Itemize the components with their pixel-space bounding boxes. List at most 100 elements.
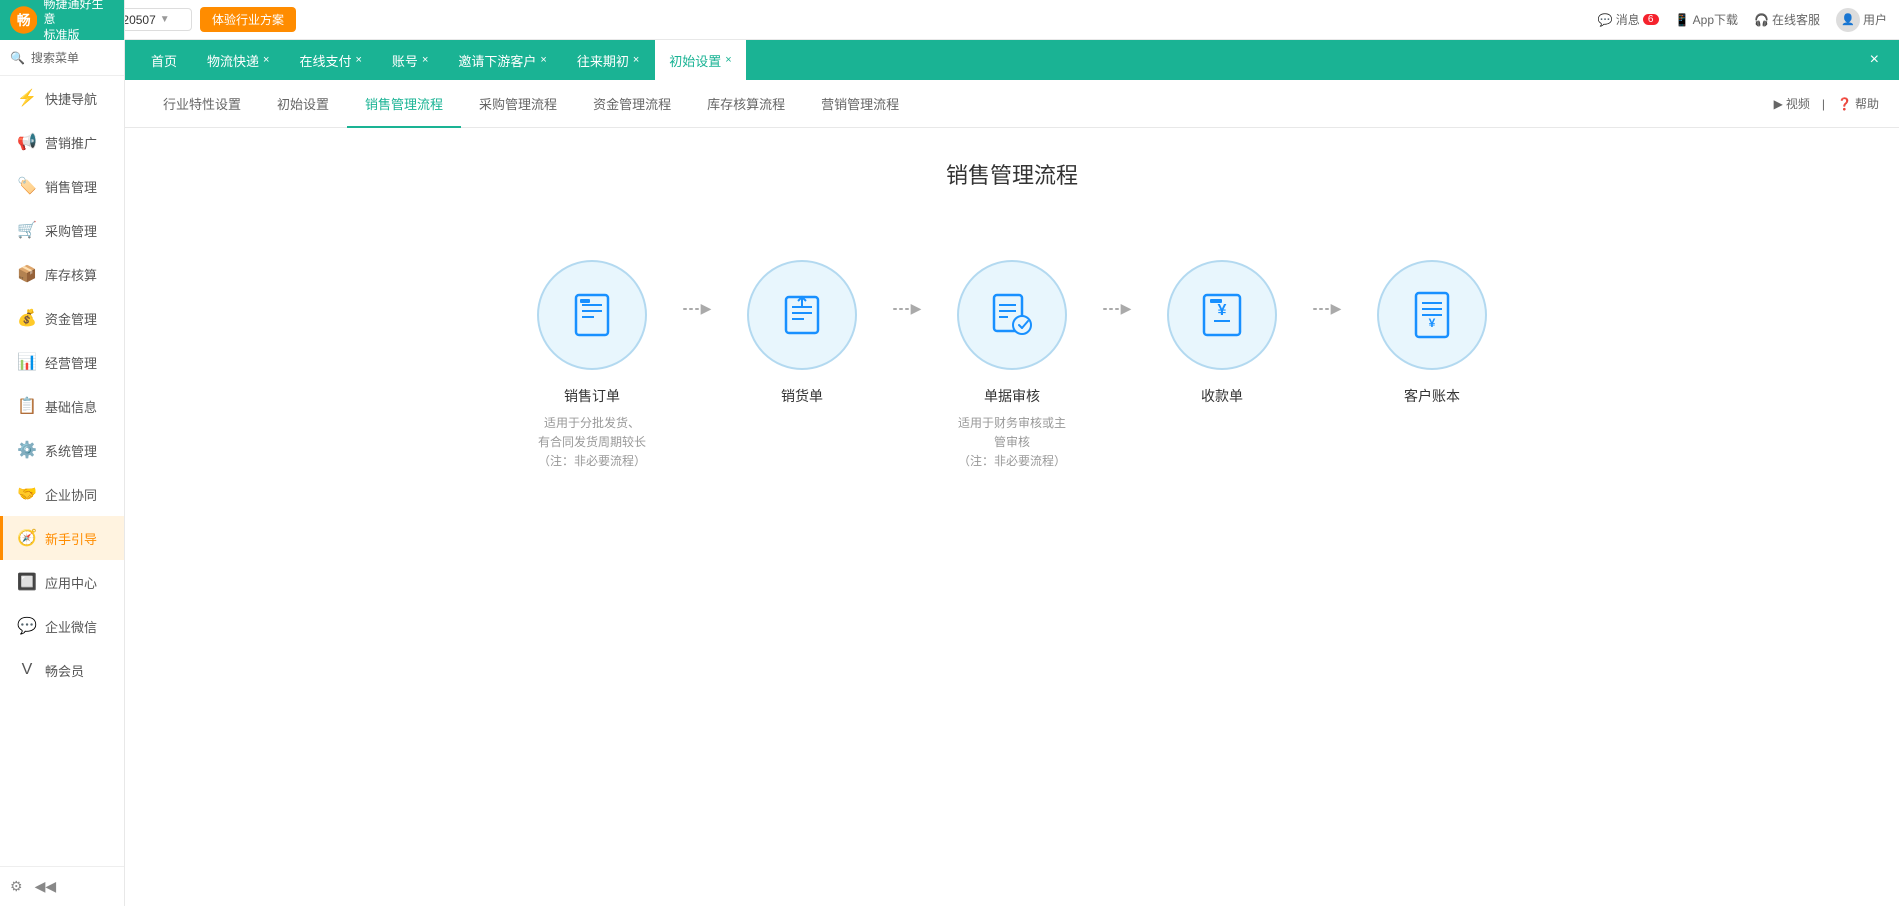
nav-tab-close[interactable]: × <box>355 54 361 66</box>
arrow-dots: ▶ <box>893 300 922 317</box>
app-download-label: App下载 <box>1693 11 1738 28</box>
sub-tab-采购管理流程[interactable]: 采购管理流程 <box>461 80 575 128</box>
flow-item-receipt[interactable]: ¥ 收款单 <box>1142 260 1302 414</box>
arrow-tip: ▶ <box>1121 300 1132 317</box>
sub-tab-营销管理流程[interactable]: 营销管理流程 <box>803 80 917 128</box>
sidebar-item-wechat[interactable]: 💬 企业微信 <box>0 604 124 648</box>
flow-circle-receipt: ¥ <box>1167 260 1277 370</box>
flow-desc-sales-order: 适用于分批发货、有合同发货周期较长（注：非必要流程） <box>538 414 646 472</box>
sub-tab-资金管理流程[interactable]: 资金管理流程 <box>575 80 689 128</box>
nav-tab-物流快递[interactable]: 物流快递× <box>193 40 283 80</box>
sidebar-label-inventory: 库存核算 <box>45 265 97 284</box>
nav-tab-close[interactable]: × <box>633 54 639 66</box>
sidebar-item-marketing[interactable]: 📢 营销推广 <box>0 120 124 164</box>
nav-tab-close[interactable]: × <box>540 54 546 66</box>
sidebar-item-finance[interactable]: 💰 资金管理 <box>0 296 124 340</box>
top-header: 用户690企业1660120507 ▼ 体验行业方案 💬 消息 6 📱 App下… <box>0 0 1899 40</box>
nav-tab-close[interactable]: × <box>422 54 428 66</box>
nav-tab-往来期初[interactable]: 往来期初× <box>563 40 653 80</box>
chevron-down-icon: ▼ <box>160 14 170 25</box>
message-item[interactable]: 💬 消息 6 <box>1598 11 1659 28</box>
service-icon: 🎧 <box>1754 13 1769 27</box>
user-profile[interactable]: 👤 用户 <box>1836 8 1887 32</box>
sidebar-item-app-center[interactable]: 🔲 应用中心 <box>0 560 124 604</box>
sidebar-icon-guide: 🧭 <box>17 528 37 548</box>
sidebar-items: ⚡ 快捷导航📢 营销推广🏷️ 销售管理🛒 采购管理📦 库存核算💰 资金管理📊 经… <box>0 76 124 866</box>
sidebar-icon-operations: 📊 <box>17 352 37 372</box>
flow-item-delivery[interactable]: 销货单 <box>722 260 882 414</box>
logo-text: 畅捷通好生意 标准版 <box>43 0 114 43</box>
sidebar-icon-sales: 🏷️ <box>17 176 37 196</box>
sidebar-item-system[interactable]: ⚙️ 系统管理 <box>0 428 124 472</box>
main-content: 行业特性设置初始设置销售管理流程采购管理流程资金管理流程库存核算流程营销管理流程… <box>125 80 1899 906</box>
sidebar-icon-quick-nav: ⚡ <box>17 88 37 108</box>
flow-item-audit[interactable]: 单据审核 适用于财务审核或主管审核（注：非必要流程） <box>932 260 1092 472</box>
sidebar-item-purchase[interactable]: 🛒 采购管理 <box>0 208 124 252</box>
svg-text:¥: ¥ <box>1429 316 1436 330</box>
sidebar-label-operations: 经营管理 <box>45 353 97 372</box>
sub-tab-行业特性设置[interactable]: 行业特性设置 <box>145 80 259 128</box>
page-content: 销售管理流程 销售订单 适用于分批发货、有合同发货周期较长（注：非必要流程） ▶ <box>125 128 1899 522</box>
nav-tab-label: 初始设置 <box>669 51 721 70</box>
nav-tab-close[interactable]: × <box>725 54 731 66</box>
sidebar-item-inventory[interactable]: 📦 库存核算 <box>0 252 124 296</box>
nav-tab-初始设置[interactable]: 初始设置 × <box>655 40 745 80</box>
arrow-dots: ▶ <box>1103 300 1132 317</box>
sidebar-item-guide[interactable]: 🧭 新手引导 <box>0 516 124 560</box>
arrow-tip: ▶ <box>1331 300 1342 317</box>
flow-arrow-1: ▶ <box>882 260 932 317</box>
sidebar-label-marketing: 营销推广 <box>45 133 97 152</box>
help-icon: ❓ <box>1837 97 1852 111</box>
sub-tab-库存核算流程[interactable]: 库存核算流程 <box>689 80 803 128</box>
settings-icon[interactable]: ⚙ <box>10 878 23 895</box>
sidebar-search[interactable]: 🔍 搜索菜单 <box>0 40 124 76</box>
sidebar-icon-system: ⚙️ <box>17 440 37 460</box>
nav-tab-首页[interactable]: 首页 <box>137 40 191 80</box>
nav-tab-账号[interactable]: 账号× <box>378 40 442 80</box>
search-icon: 🔍 <box>10 51 25 65</box>
search-label: 搜索菜单 <box>31 49 79 66</box>
video-label: 视频 <box>1786 95 1810 112</box>
flow-item-sales-order[interactable]: 销售订单 适用于分批发货、有合同发货周期较长（注：非必要流程） <box>512 260 672 472</box>
play-icon: ▶ <box>1774 97 1783 111</box>
sidebar-icon-wechat: 💬 <box>17 616 37 636</box>
sub-tabs: 行业特性设置初始设置销售管理流程采购管理流程资金管理流程库存核算流程营销管理流程… <box>125 80 1899 128</box>
sidebar-bottom: ⚙ ◀◀ <box>0 866 124 906</box>
sidebar-icon-basic-info: 📋 <box>17 396 37 416</box>
nav-tab-label: 邀请下游客户 <box>458 51 536 70</box>
flow-item-account[interactable]: ¥ 客户账本 <box>1352 260 1512 414</box>
flow-circle-sales-order <box>537 260 647 370</box>
nav-tabs: 首页物流快递×在线支付×账号×邀请下游客户×往来期初×初始设置×× <box>125 40 1899 80</box>
sidebar-item-sales[interactable]: 🏷️ 销售管理 <box>0 164 124 208</box>
flow-circle-delivery <box>747 260 857 370</box>
flow-desc-audit: 适用于财务审核或主管审核（注：非必要流程） <box>958 414 1066 472</box>
sidebar-item-enterprise[interactable]: 🤝 企业协同 <box>0 472 124 516</box>
sidebar-logo[interactable]: 畅 畅捷通好生意 标准版 <box>0 0 124 40</box>
video-help[interactable]: ▶ 视频 <box>1774 95 1810 112</box>
sidebar-icon-vip: V <box>17 661 37 679</box>
sidebar-icon-inventory: 📦 <box>17 264 37 284</box>
online-service-item[interactable]: 🎧 在线客服 <box>1754 11 1820 28</box>
collapse-icon[interactable]: ◀◀ <box>35 878 57 895</box>
sidebar-icon-enterprise: 🤝 <box>17 484 37 504</box>
global-close-button[interactable]: × <box>1862 51 1887 69</box>
sidebar-label-wechat: 企业微信 <box>45 617 97 636</box>
nav-tab-在线支付[interactable]: 在线支付 × <box>285 40 375 80</box>
sub-tab-销售管理流程[interactable]: 销售管理流程 <box>347 80 461 128</box>
sidebar-item-operations[interactable]: 📊 经营管理 <box>0 340 124 384</box>
trial-button[interactable]: 体验行业方案 <box>200 7 296 32</box>
nav-tab-邀请下游客户[interactable]: 邀请下游客户 × <box>444 40 560 80</box>
sub-tab-初始设置[interactable]: 初始设置 <box>259 80 347 128</box>
app-download-item[interactable]: 📱 App下载 <box>1675 11 1738 28</box>
message-icon: 💬 <box>1598 13 1613 27</box>
help-label: 帮助 <box>1855 95 1879 112</box>
sidebar-item-basic-info[interactable]: 📋 基础信息 <box>0 384 124 428</box>
nav-tab-label: 在线支付 <box>299 51 351 70</box>
sidebar-label-basic-info: 基础信息 <box>45 397 97 416</box>
nav-tab-close[interactable]: × <box>263 54 269 66</box>
username-label: 用户 <box>1863 11 1887 28</box>
svg-text:¥: ¥ <box>1218 302 1227 319</box>
help-item[interactable]: ❓ 帮助 <box>1837 95 1879 112</box>
sidebar-item-vip[interactable]: V 畅会员 <box>0 648 124 692</box>
sidebar-item-quick-nav[interactable]: ⚡ 快捷导航 <box>0 76 124 120</box>
